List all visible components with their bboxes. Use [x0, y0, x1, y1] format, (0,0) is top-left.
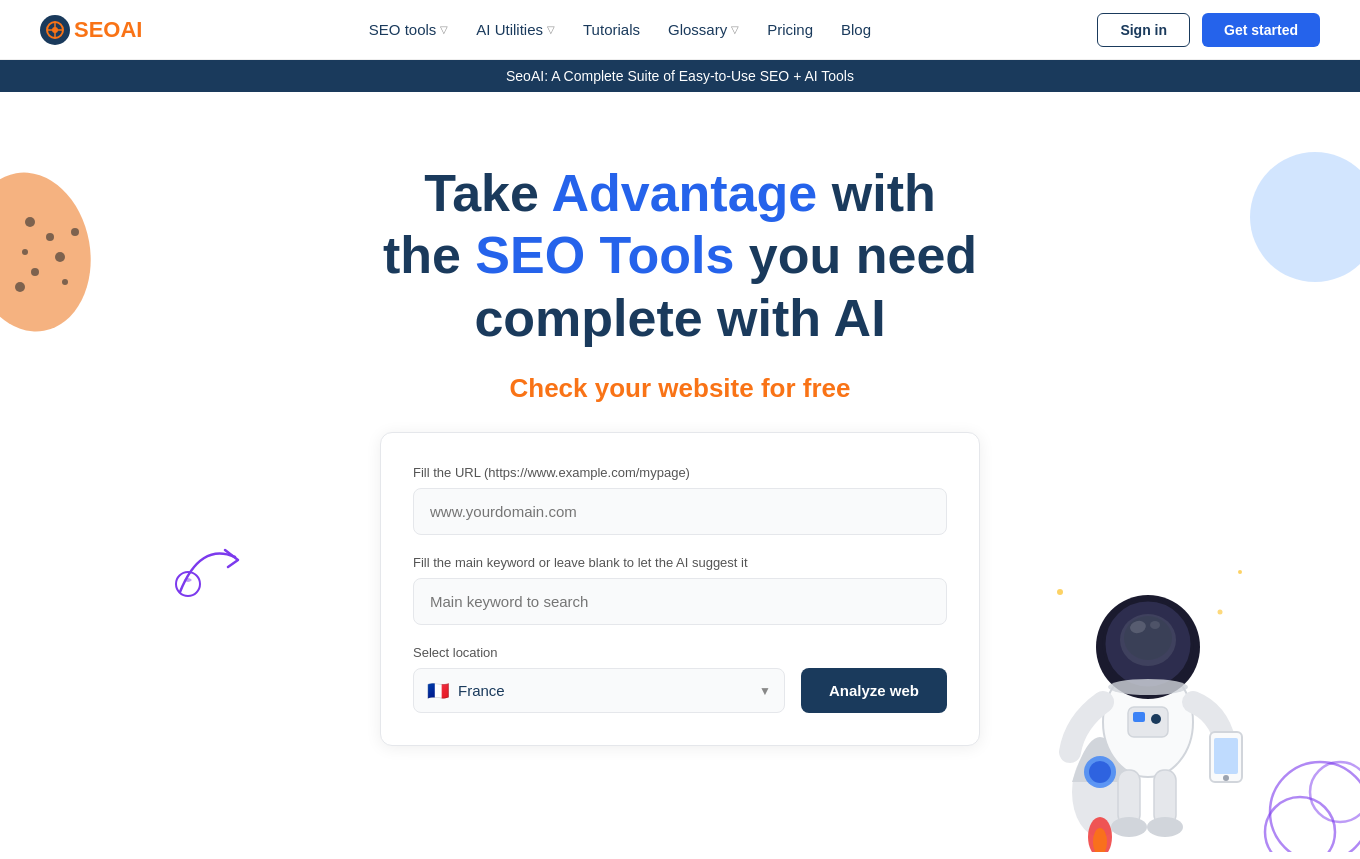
blob-top-right	[1250, 152, 1360, 282]
chevron-down-icon: ▽	[440, 24, 448, 35]
nav-pricing[interactable]: Pricing	[767, 21, 813, 38]
svg-point-8	[31, 268, 39, 276]
nav-glossary[interactable]: Glossary ▽	[668, 21, 739, 38]
hero-title: Take Advantage with the SEO Tools you ne…	[383, 162, 977, 349]
svg-rect-33	[1214, 738, 1238, 774]
svg-point-28	[1124, 616, 1172, 660]
astronaut-illustration	[1000, 412, 1280, 852]
keyword-input[interactable]	[413, 578, 947, 625]
chevron-down-icon: ▽	[547, 24, 555, 35]
svg-point-15	[1310, 762, 1360, 822]
svg-point-41	[1218, 610, 1223, 615]
keyword-field-label: Fill the main keyword or leave blank to …	[413, 555, 947, 570]
svg-rect-35	[1118, 770, 1140, 825]
svg-point-38	[1147, 817, 1183, 837]
nav-ai-utilities[interactable]: AI Utilities ▽	[476, 21, 555, 38]
svg-point-10	[15, 282, 25, 292]
svg-point-7	[55, 252, 65, 262]
decorative-dots	[10, 202, 90, 302]
logo-icon	[40, 15, 70, 45]
get-started-button[interactable]: Get started	[1202, 13, 1320, 47]
nav-links: SEO tools ▽ AI Utilities ▽ Tutorials Glo…	[369, 21, 871, 38]
url-input[interactable]	[413, 488, 947, 535]
url-field-label: Fill the URL (https://www.example.com/my…	[413, 465, 947, 480]
signin-button[interactable]: Sign in	[1097, 13, 1190, 47]
svg-point-34	[1223, 775, 1229, 781]
svg-rect-36	[1154, 770, 1176, 825]
nav-seo-tools[interactable]: SEO tools ▽	[369, 21, 449, 38]
analyze-button[interactable]: Analyze web	[801, 668, 947, 713]
svg-point-39	[1057, 589, 1063, 595]
nav-tutorials[interactable]: Tutorials	[583, 21, 640, 38]
svg-point-37	[1111, 817, 1147, 837]
hero-subtitle: Check your website for free	[510, 373, 851, 404]
navbar: SEOAI SEO tools ▽ AI Utilities ▽ Tutoria…	[0, 0, 1360, 60]
svg-point-20	[1089, 761, 1111, 783]
analysis-form-card: Fill the URL (https://www.example.com/my…	[380, 432, 980, 746]
logo-text: SEOAI	[74, 17, 142, 43]
svg-rect-23	[1133, 712, 1145, 722]
location-select[interactable]: France United States United Kingdom Germ…	[413, 668, 785, 713]
location-field-label: Select location	[413, 645, 947, 660]
svg-point-31	[1108, 679, 1188, 695]
svg-point-30	[1150, 621, 1160, 629]
svg-point-6	[22, 249, 28, 255]
svg-point-11	[71, 228, 79, 236]
ticker-bar: SeoAI: A Complete Suite of Easy-to-Use S…	[0, 60, 1360, 92]
main-content: Take Advantage with the SEO Tools you ne…	[0, 92, 1360, 852]
nav-blog[interactable]: Blog	[841, 21, 871, 38]
logo[interactable]: SEOAI	[40, 15, 142, 45]
arrow-decoration	[170, 532, 250, 612]
svg-point-5	[46, 233, 54, 241]
location-select-wrap: 🇫🇷 France United States United Kingdom G…	[413, 668, 785, 713]
chevron-down-icon: ▽	[731, 24, 739, 35]
nav-actions: Sign in Get started	[1097, 13, 1320, 47]
svg-point-40	[1238, 570, 1242, 574]
location-analyze-row: 🇫🇷 France United States United Kingdom G…	[413, 668, 947, 713]
svg-point-9	[62, 279, 68, 285]
svg-rect-22	[1128, 707, 1168, 737]
svg-point-4	[25, 217, 35, 227]
svg-point-24	[1151, 714, 1161, 724]
